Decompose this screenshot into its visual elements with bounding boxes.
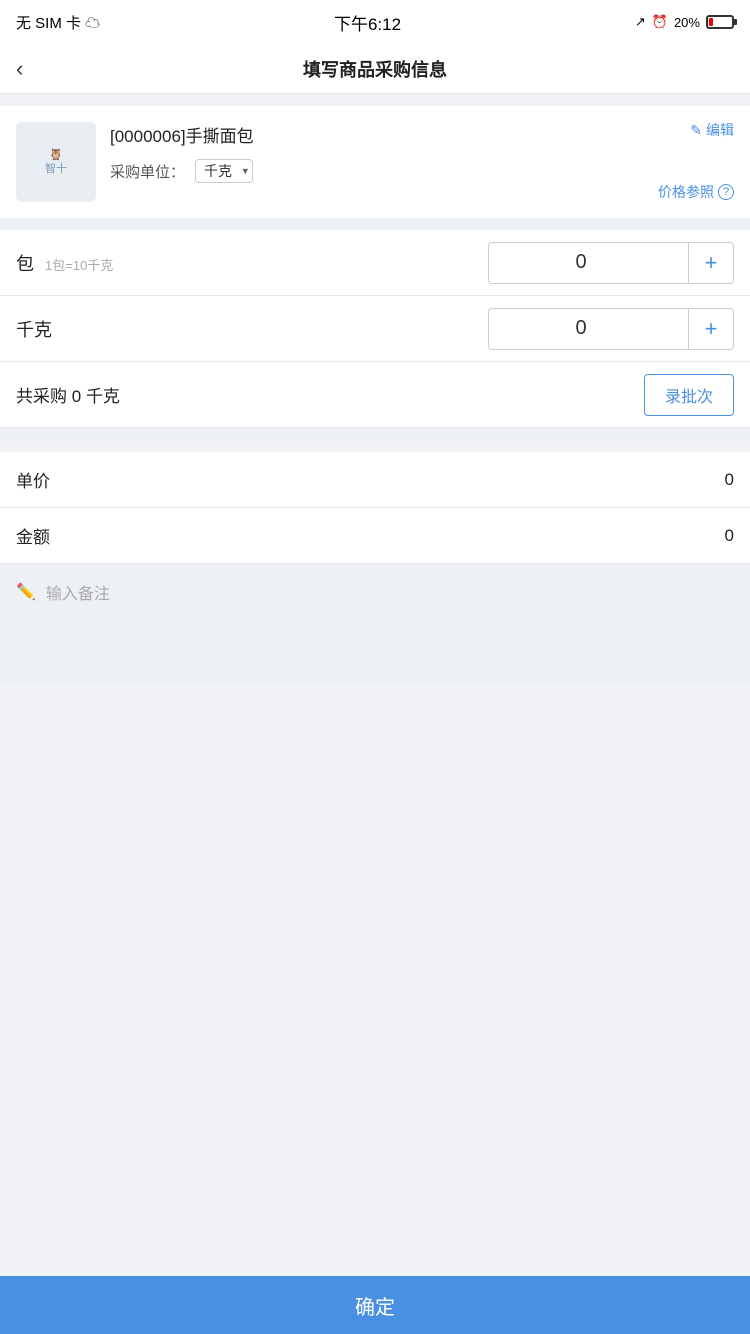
bag-input-right: + — [488, 242, 734, 284]
kg-label: 千克 — [16, 316, 96, 342]
page-title: 填写商品采购信息 — [303, 56, 447, 82]
info-section: 单价 0 金额 0 — [0, 452, 750, 564]
input-row-bag: 包 1包=10千克 + — [0, 230, 750, 296]
pencil-icon: ✏️ — [16, 582, 36, 602]
price-ref-label: 价格参照 — [658, 182, 714, 202]
amount-label: 金额 — [16, 523, 50, 548]
bag-plus-button[interactable]: + — [688, 242, 734, 284]
input-row-kg: 千克 + — [0, 296, 750, 362]
product-logo: 🦉 智十 — [45, 148, 67, 177]
total-text: 共采购 0 千克 — [16, 382, 120, 407]
back-button[interactable]: ‹ — [16, 56, 23, 82]
unit-price-value: 0 — [725, 470, 734, 490]
separator-1 — [0, 218, 750, 230]
bag-quantity-input[interactable] — [488, 242, 688, 284]
sim-status: 无 SIM 卡 ☁ — [16, 12, 100, 33]
kg-plus-button[interactable]: + — [688, 308, 734, 350]
edit-icon: ✎ — [690, 122, 702, 139]
alarm-icon: ⏰ — [652, 14, 668, 30]
edit-label: 编辑 — [706, 120, 734, 140]
unit-label: 采购单位： — [110, 161, 185, 182]
product-name: [0000006]手撕面包 — [110, 122, 734, 147]
bag-sub: 1包=10千克 — [45, 258, 113, 273]
battery-fill — [709, 18, 713, 26]
status-bar: 无 SIM 卡 ☁ 下午6:12 ↗ ⏰ 20% — [0, 0, 750, 44]
product-card: 🦉 智十 [0000006]手撕面包 采购单位： 千克 包 箱 ✎ 编辑 价格参… — [0, 106, 750, 218]
total-amount: 0 — [72, 387, 81, 406]
amount-value: 0 — [725, 526, 734, 546]
battery-icon — [706, 15, 734, 29]
separator-2 — [0, 428, 750, 440]
product-unit-row: 采购单位： 千克 包 箱 — [110, 159, 734, 183]
product-thumbnail: 🦉 智十 — [16, 122, 96, 202]
battery-percent: 20% — [674, 15, 700, 30]
unit-select[interactable]: 千克 包 箱 — [195, 159, 253, 183]
nav-bar: ‹ 填写商品采购信息 — [0, 44, 750, 94]
edit-button[interactable]: ✎ 编辑 — [690, 120, 734, 140]
total-row: 共采购 0 千克 录批次 — [0, 362, 750, 428]
record-batch-button[interactable]: 录批次 — [644, 374, 734, 416]
unit-price-label: 单价 — [16, 467, 50, 492]
bag-label: 包 1包=10千克 — [16, 250, 113, 276]
status-time: 下午6:12 — [334, 10, 401, 35]
info-circle-icon: ? — [718, 184, 734, 200]
input-section: 包 1包=10千克 + 千克 + 共采购 0 千克 录批次 — [0, 230, 750, 428]
kg-quantity-input[interactable] — [488, 308, 688, 350]
info-row-unit-price: 单价 0 — [0, 452, 750, 508]
remark-section[interactable]: ✏️ 输入备注 — [0, 564, 750, 684]
kg-input-right: + — [488, 308, 734, 350]
remark-placeholder: 输入备注 — [46, 580, 110, 604]
total-prefix: 共采购 — [16, 387, 67, 406]
price-ref-button[interactable]: 价格参照 ? — [658, 182, 734, 202]
status-right: ↗ ⏰ 20% — [635, 14, 734, 30]
unit-select-wrap[interactable]: 千克 包 箱 — [195, 159, 253, 183]
total-unit: 千克 — [86, 387, 120, 406]
location-icon: ↗ — [635, 14, 646, 30]
status-left: 无 SIM 卡 ☁ — [16, 12, 100, 33]
product-info: [0000006]手撕面包 采购单位： 千克 包 箱 — [110, 122, 734, 183]
info-row-amount: 金额 0 — [0, 508, 750, 564]
confirm-button[interactable]: 确定 — [0, 1276, 750, 1334]
